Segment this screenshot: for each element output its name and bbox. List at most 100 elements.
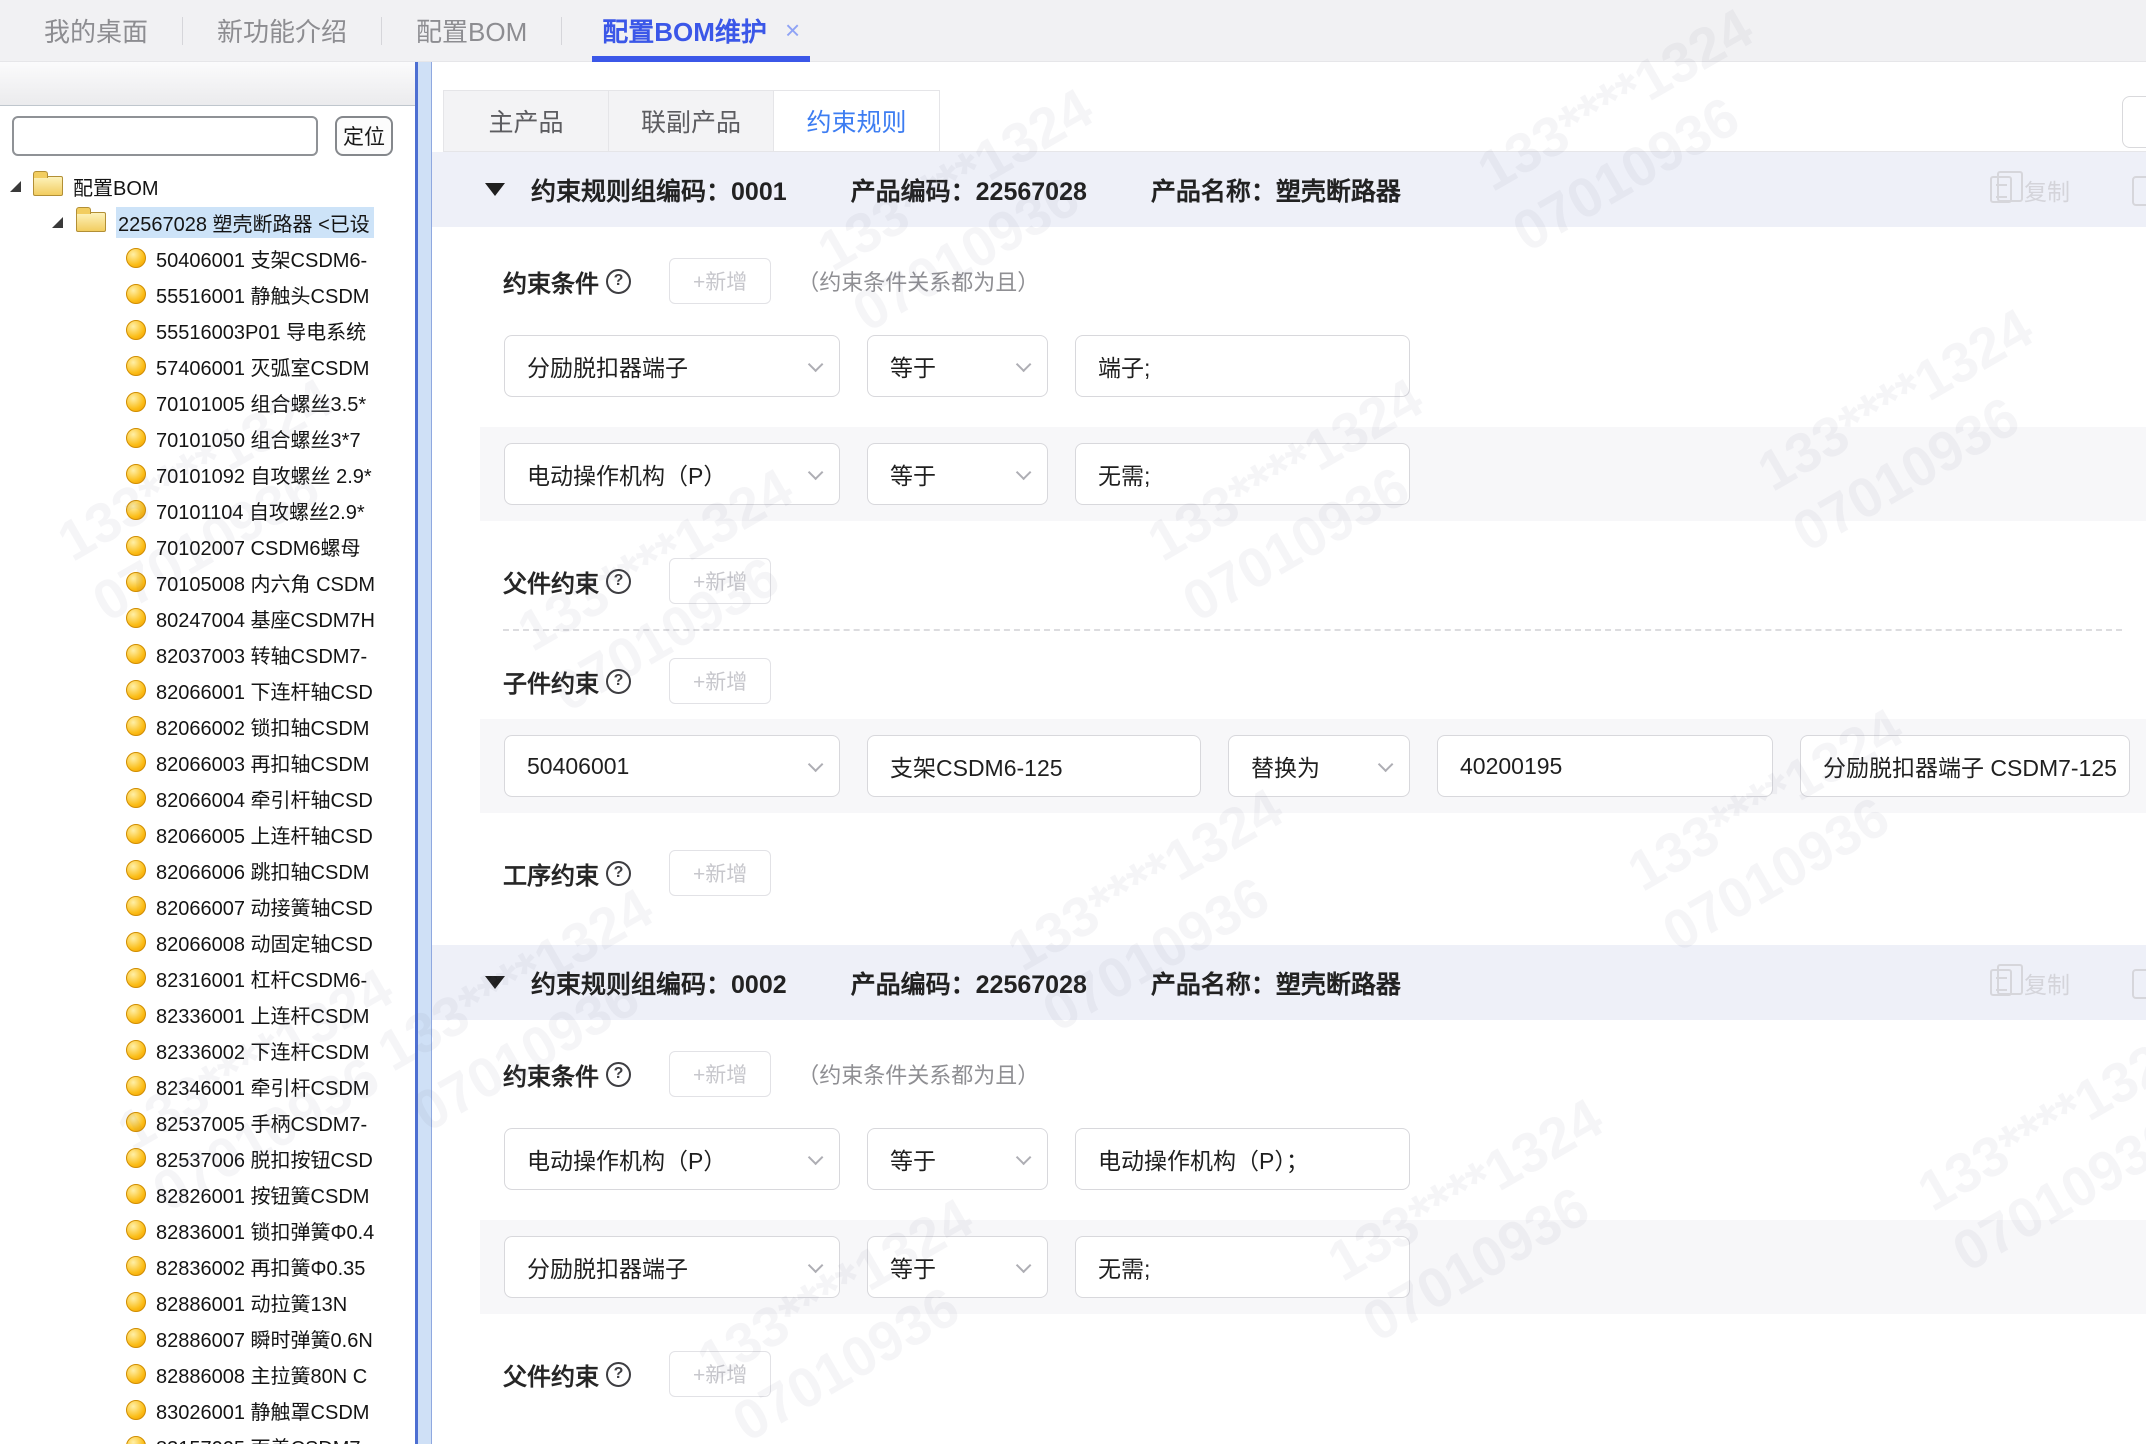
child-action-select[interactable]: 替换为 (1228, 735, 1410, 797)
tree-item[interactable]: 82886007 瞬时弹簧0.6N (0, 1320, 415, 1356)
tree-item[interactable]: 82066005 上连杆轴CSD (0, 816, 415, 852)
add-condition-button[interactable]: +新增 (669, 258, 772, 304)
product-name: 塑壳断路器 (1275, 177, 1401, 206)
tree-item[interactable]: 82066006 跳扣轴CSDM (0, 852, 415, 888)
chevron-down-icon (1015, 1149, 1032, 1165)
part-icon (126, 1328, 146, 1348)
clipped-corner-button[interactable] (2122, 96, 2146, 148)
copy-button[interactable]: 复制 (1990, 152, 2070, 227)
tree-search-input[interactable] (12, 116, 318, 156)
tree-item[interactable]: 82537005 手柄CSDM7- (0, 1104, 415, 1140)
tab-main-product[interactable]: 主产品 (444, 91, 609, 151)
tree-item[interactable]: 70102007 CSDM6螺母 (0, 528, 415, 564)
part-icon (126, 392, 146, 412)
tree-item[interactable]: 57406001 灭弧室CSDM (0, 348, 415, 384)
expand-triangle-icon[interactable] (10, 180, 21, 192)
tree-item[interactable]: 82066004 牵引杆轴CSD (0, 780, 415, 816)
rule-group-header: 约束规则组编码：0001 产品编码：22567028 产品名称：塑壳断路器 复制 (432, 152, 2146, 227)
condition-value-input[interactable]: 无需; (1075, 1236, 1410, 1298)
condition-value-input[interactable]: 电动操作机构（P）； (1075, 1128, 1410, 1190)
tree-item[interactable]: 55516003P01 导电系统 (0, 312, 415, 348)
child-code-select[interactable]: 50406001 (504, 735, 840, 797)
top-tab-config-bom-maintain[interactable]: 配置BOM维护 × (592, 0, 811, 62)
tree-item[interactable]: 82336002 下连杆CSDM (0, 1032, 415, 1068)
collapse-triangle-icon[interactable] (485, 976, 505, 989)
tree-node-root[interactable]: 配置BOM (0, 168, 415, 204)
tree-item[interactable]: 70101005 组合螺丝3.5* (0, 384, 415, 420)
help-icon[interactable]: ? (606, 568, 631, 594)
tree-item[interactable]: 50406001 支架CSDM6- (0, 240, 415, 276)
tree-item[interactable]: 82066007 动接簧轴CSD (0, 888, 415, 924)
target-code-input[interactable]: 40200195 (1437, 735, 1773, 797)
tree-item[interactable]: 82537006 脱扣按钮CSD (0, 1140, 415, 1176)
help-icon[interactable]: ? (606, 268, 631, 294)
close-icon[interactable]: × (785, 15, 800, 46)
tree-item[interactable]: 70101092 自攻螺丝 2.9* (0, 456, 415, 492)
condition-row: 电动操作机构（P） 等于 无需; (480, 427, 2146, 521)
tree-item[interactable]: 82037003 转轴CSDM7- (0, 636, 415, 672)
tree-item[interactable]: 82886008 主拉簧80N C (0, 1356, 415, 1392)
condition-value-input[interactable]: 端子; (1075, 335, 1410, 397)
condition-field-select[interactable]: 分励脱扣器端子 (504, 1236, 840, 1298)
add-process-constraint-button[interactable]: +新增 (669, 850, 772, 896)
tab-constraint-rules[interactable]: 约束规则 (774, 91, 939, 151)
help-icon[interactable]: ? (606, 1061, 631, 1087)
clipped-delete-icon[interactable] (2132, 969, 2146, 999)
tree-item[interactable]: 82836001 锁扣弹簧Φ0.4 (0, 1212, 415, 1248)
condition-operator-select[interactable]: 等于 (867, 443, 1048, 505)
tree-item[interactable]: 82066002 锁扣轴CSDM (0, 708, 415, 744)
part-icon (126, 464, 146, 484)
product-name: 塑壳断路器 (1275, 970, 1401, 999)
part-icon (126, 680, 146, 700)
top-tab-new-features[interactable]: 新功能介绍 (217, 12, 347, 49)
copy-button[interactable]: 复制 (1990, 945, 2070, 1020)
rule-group-header: 约束规则组编码：0002 产品编码：22567028 产品名称：塑壳断路器 复制 (432, 945, 2146, 1020)
chevron-down-icon (1015, 356, 1032, 372)
clipped-delete-icon[interactable] (2132, 176, 2146, 206)
add-condition-button[interactable]: +新增 (669, 1051, 772, 1097)
add-parent-constraint-button[interactable]: +新增 (669, 558, 772, 604)
collapse-triangle-icon[interactable] (485, 183, 505, 196)
condition-operator-select[interactable]: 等于 (867, 1236, 1048, 1298)
condition-field-select[interactable]: 电动操作机构（P） (504, 443, 840, 505)
tree-item[interactable]: 82066003 再扣轴CSDM (0, 744, 415, 780)
add-parent-constraint-button[interactable]: +新增 (669, 1351, 772, 1397)
tree-item[interactable]: 82316001 杠杆CSDM6- (0, 960, 415, 996)
tree-item[interactable]: 83026001 静触罩CSDM (0, 1392, 415, 1428)
chevron-down-icon (807, 1257, 824, 1273)
tree-item[interactable]: 82066001 下连杆轴CSD (0, 672, 415, 708)
panel-splitter[interactable] (415, 62, 432, 1444)
target-name-input[interactable]: 分励脱扣器端子 CSDM7-125 (1800, 735, 2130, 797)
tab-joint-product[interactable]: 联副产品 (609, 91, 774, 151)
tree-item[interactable]: 82066008 动固定轴CSD (0, 924, 415, 960)
condition-field-select[interactable]: 电动操作机构（P） (504, 1128, 840, 1190)
tree-node-product[interactable]: 22567028 塑壳断路器 <已设 (0, 204, 415, 240)
top-tab-config-bom[interactable]: 配置BOM (416, 12, 527, 49)
tree-item[interactable]: 70101104 自攻螺丝2.9* (0, 492, 415, 528)
tree-item[interactable]: 82336001 上连杆CSDM (0, 996, 415, 1032)
tree-item[interactable]: 55516001 静触头CSDM (0, 276, 415, 312)
condition-section-head: 约束条件 ? +新增 （约束条件关系都为且） (503, 257, 2146, 305)
help-icon[interactable]: ? (606, 1361, 631, 1387)
condition-operator-select[interactable]: 等于 (867, 335, 1048, 397)
tree-item[interactable]: 80247004 基座CSDM7H (0, 600, 415, 636)
tree-item[interactable]: 83157005 面盖CSDM7- (0, 1428, 415, 1444)
help-icon[interactable]: ? (606, 860, 631, 886)
tree-item[interactable]: 82826001 按钮簧CSDM (0, 1176, 415, 1212)
condition-row: 电动操作机构（P） 等于 电动操作机构（P）； (480, 1112, 2146, 1206)
help-icon[interactable]: ? (606, 668, 631, 694)
child-name-input[interactable]: 支架CSDM6-125 (867, 735, 1201, 797)
tree-item[interactable]: 82836002 再扣簧Φ0.35 (0, 1248, 415, 1284)
top-tab-my-desktop[interactable]: 我的桌面 (44, 12, 148, 49)
locate-button[interactable]: 定位 (335, 116, 393, 156)
tree-item[interactable]: 82346001 牵引杆CSDM (0, 1068, 415, 1104)
add-child-constraint-button[interactable]: +新增 (669, 658, 772, 704)
condition-value-input[interactable]: 无需; (1075, 443, 1410, 505)
condition-operator-select[interactable]: 等于 (867, 1128, 1048, 1190)
expand-triangle-icon[interactable] (52, 216, 63, 228)
tree-item[interactable]: 70101050 组合螺丝3*7 (0, 420, 415, 456)
tree-item[interactable]: 70105008 内六角 CSDM (0, 564, 415, 600)
condition-field-select[interactable]: 分励脱扣器端子 (504, 335, 840, 397)
group-code: 0001 (731, 177, 787, 206)
tree-item[interactable]: 82886001 动拉簧13N (0, 1284, 415, 1320)
